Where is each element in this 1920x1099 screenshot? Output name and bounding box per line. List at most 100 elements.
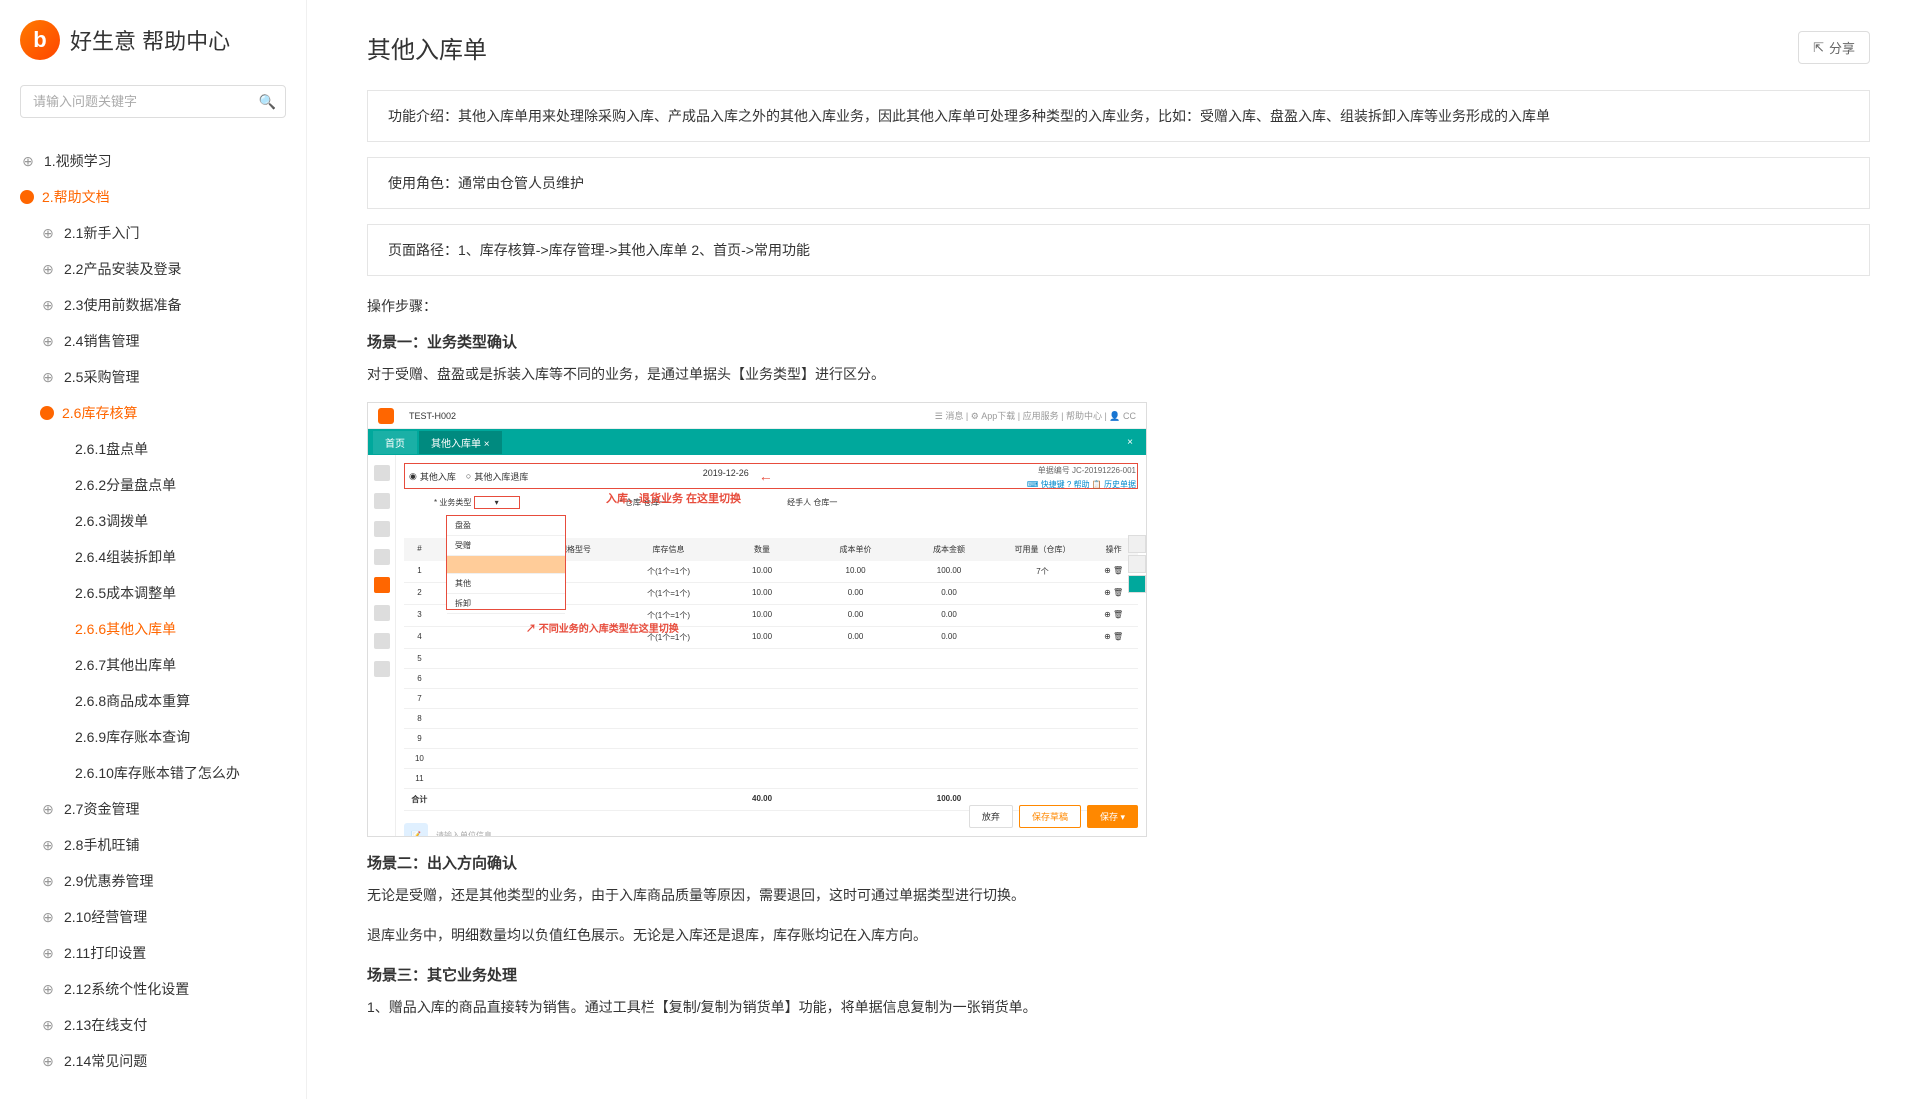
plus-icon: ⊕ [40,1017,56,1033]
ss-content: ◉ 其他入库 ○ 其他入库退库 2019-12-26 ← 入库、退货业务 在这里… [396,455,1146,836]
nav-item-2-8[interactable]: ⊕2.8手机旺铺 [20,827,306,863]
share-button[interactable]: ⇱ 分享 [1798,31,1870,64]
ss-sidenav-icon [374,633,390,649]
nav-item-2-6[interactable]: −2.6库存核算 [20,395,306,431]
path-text: 1、库存核算->库存管理->其他入库单 2、首页->常用功能 [458,242,810,258]
ss-col: 成本金额 [902,542,995,557]
nav-label: 2.6.5成本调整单 [75,583,176,603]
share-icon: ⇱ [1813,40,1824,56]
nav-label: 1.视频学习 [44,151,112,171]
nav-item-2-7[interactable]: ⊕2.7资金管理 [20,791,306,827]
main-content: 其他入库单 ⇱分享 功能介绍：其他入库单用来处理除采购入库、产成品入库之外的其他… [317,0,1920,1099]
steps-label: 操作步骤： [367,296,1870,316]
nav-list: ⊕1.视频学习 −2.帮助文档 ⊕2.1新手入门 ⊕2.2产品安装及登录 ⊕2.… [20,143,306,1079]
scene3-desc: 1、赠品入库的商品直接转为销售。通过工具栏【复制/复制为销货单】功能，将单据信息… [367,995,1870,1020]
ss-radio-return: ○ 其他入库退库 [466,468,528,484]
ss-footer: 放弃 保存草稿 保存 ▾ [969,805,1138,828]
plus-icon: ⊕ [40,225,56,241]
nav-label: 2.6.7其他出库单 [75,655,176,675]
nav-item-2-6-3[interactable]: 2.6.3调拨单 [20,503,306,539]
nav-label: 2.3使用前数据准备 [64,295,181,315]
ss-tool-icon [1128,535,1146,553]
nav-label: 2.6.10库存账本错了怎么办 [75,763,240,783]
search-icon[interactable]: 🔍 [259,93,276,110]
nav-label: 2.11打印设置 [64,943,146,963]
ss-sidenav [368,455,396,836]
ss-right-tools [1128,535,1146,593]
ss-note: 请输入单位信息 [436,830,492,838]
ss-tab-home: 首页 [373,431,417,454]
path-label: 页面路径： [388,242,458,258]
nav-item-2-5[interactable]: ⊕2.5采购管理 [20,359,306,395]
nav-item-2-1[interactable]: ⊕ 2.1新手入门 [20,215,306,251]
nav-item-2-6-8[interactable]: 2.6.8商品成本重算 [20,683,306,719]
nav-item-2-6-10[interactable]: 2.6.10库存账本错了怎么办 [20,755,306,791]
nav-item-2-6-4[interactable]: 2.6.4组装拆卸单 [20,539,306,575]
nav-item-2-9[interactable]: ⊕2.9优惠券管理 [20,863,306,899]
ss-doc-no: 单据编号 JC-20191226-001 [1038,465,1136,476]
nav-item-2-6-5[interactable]: 2.6.5成本调整单 [20,575,306,611]
ss-dropdown: 盘盈 受赠 其他 拆卸 [446,515,566,610]
share-label: 分享 [1829,38,1855,57]
ss-sidenav-icon [374,605,390,621]
sidebar: b 好生意 帮助中心 🔍 ⊕1.视频学习 −2.帮助文档 ⊕2.1新手入门 ⊕2… [0,0,307,1099]
nav-label: 2.6.1盘点单 [75,439,148,459]
scene1-desc: 对于受赠、盘盈或是拆装入库等不同的业务，是通过单据头【业务类型】进行区分。 [367,362,1870,387]
nav-item-2-6-2[interactable]: 2.6.2分量盘点单 [20,467,306,503]
minus-icon: − [20,190,34,204]
nav-label: 2.1新手入门 [64,223,139,243]
ss-logo-icon [378,408,394,424]
logo-icon: b [20,20,60,60]
ss-sidenav-icon [374,493,390,509]
nav-item-2-6-1[interactable]: 2.6.1盘点单 [20,431,306,467]
path-box: 页面路径：1、库存核算->库存管理->其他入库单 2、首页->常用功能 [367,224,1870,276]
plus-icon: ⊕ [40,981,56,997]
nav-item-2-13[interactable]: ⊕ 2.13在线支付 [20,1007,306,1043]
ss-tab-active: 其他入库单 × [419,431,502,454]
plus-icon: ⊕ [20,153,36,169]
ss-sidenav-icon [374,549,390,565]
scene2-desc1: 无论是受赠，还是其他类型的业务，由于入库商品质量等原因，需要退回，这时可通过单据… [367,883,1870,908]
nav-label: 2.6.2分量盘点单 [75,475,176,495]
nav-item-video[interactable]: ⊕ 1.视频学习 [20,143,306,179]
plus-icon: ⊕ [40,945,56,961]
nav-item-2-12[interactable]: ⊕2.12系统个性化设置 [20,971,306,1007]
nav-item-2-6-9[interactable]: 2.6.9库存账本查询 [20,719,306,755]
role-text: 通常由仓管人员维护 [458,175,584,191]
ss-body: ◉ 其他入库 ○ 其他入库退库 2019-12-26 ← 入库、退货业务 在这里… [368,455,1146,836]
nav-item-2-10[interactable]: ⊕ 2.10经营管理 [20,899,306,935]
intro-text: 其他入库单用来处理除采购入库、产成品入库之外的其他入库业务，因此其他入库单可处理… [458,108,1550,124]
nav-item-2-4[interactable]: ⊕2.4销售管理 [20,323,306,359]
minus-icon: − [40,406,54,420]
ss-tabs: 首页 其他入库单 × × [368,429,1146,455]
plus-icon: ⊕ [40,261,56,277]
nav-item-2-6-7[interactable]: 2.6.7其他出库单 [20,647,306,683]
nav-item-2-11[interactable]: ⊕ 2.11打印设置 [20,935,306,971]
scene2-desc2: 退库业务中，明细数量均以负值红色展示。无论是入库还是退库，库存账均记在入库方向。 [367,923,1870,948]
embedded-screenshot: TEST-H002 ☰ 消息 | ⚙ App下载 | 应用服务 | 帮助中心 |… [367,402,1147,837]
nav-item-2-3[interactable]: ⊕2.3使用前数据准备 [20,287,306,323]
ss-annotation-2: ↗ 不同业务的入库类型在这里切换 [526,620,679,635]
logo: b 好生意 帮助中心 [20,20,306,60]
ss-btn-discard: 放弃 [969,805,1013,828]
nav-label: 2.10经营管理 [64,907,147,927]
search-input[interactable] [20,85,286,118]
nav-item-help-docs[interactable]: −2.帮助文档 [20,179,306,215]
nav-item-2-14[interactable]: ⊕2.14常见问题 [20,1043,306,1079]
nav-label: 2.6.6其他入库单 [75,619,176,639]
logo-text: 好生意 帮助中心 [70,24,230,56]
ss-col: 数量 [715,542,808,557]
ss-radio-in: ◉ 其他入库 [409,468,456,484]
nav-label: 2.13在线支付 [64,1015,147,1035]
nav-label: 2.14常见问题 [64,1051,147,1071]
ss-btn-draft: 保存草稿 [1019,805,1081,828]
ss-sidenav-icon [374,521,390,537]
nav-item-2-2[interactable]: ⊕2.2产品安装及登录 [20,251,306,287]
role-label: 使用角色： [388,175,458,191]
ss-col: 成本单价 [809,542,902,557]
plus-icon: ⊕ [40,909,56,925]
plus-icon: ⊕ [40,369,56,385]
nav-label: 2.4销售管理 [64,331,139,351]
nav-item-2-6-6[interactable]: 2.6.6其他入库单 [20,611,306,647]
nav-label: 2.6.9库存账本查询 [75,727,190,747]
